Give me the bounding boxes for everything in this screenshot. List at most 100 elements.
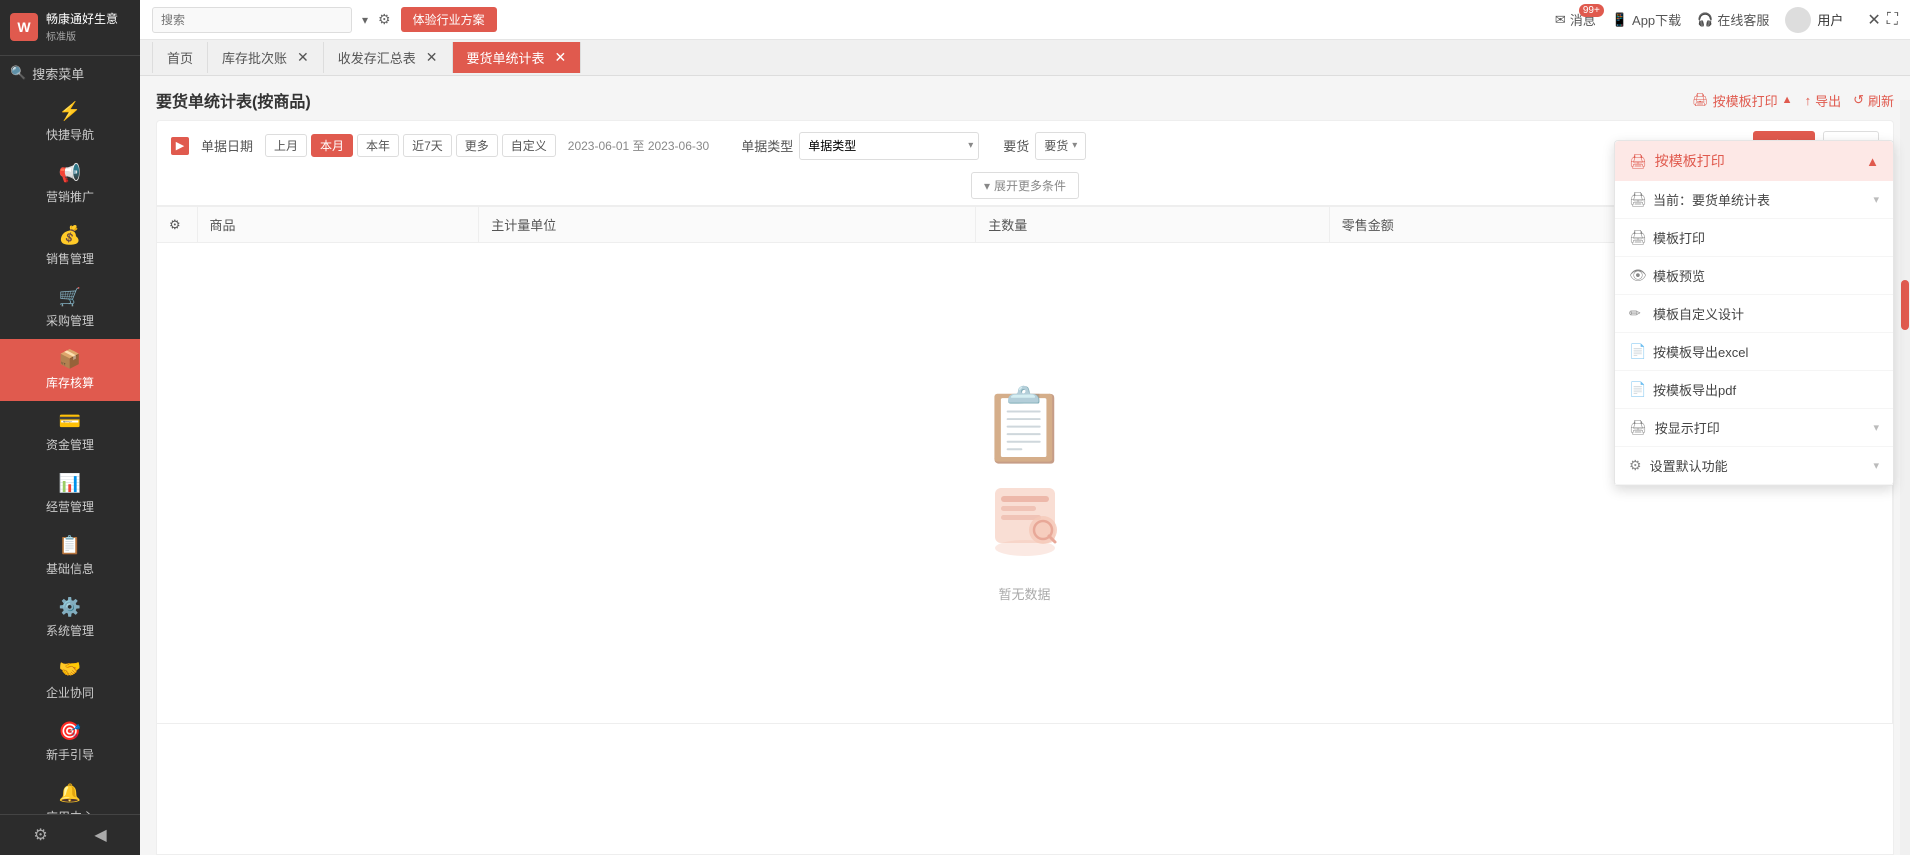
template-design-icon: ✏ — [1629, 305, 1641, 322]
sidebar-item-appstore[interactable]: 🔔 应用中心 — [0, 773, 140, 814]
sidebar-item-quick-nav[interactable]: ⚡ 快捷导航 — [0, 91, 140, 153]
sidebar-item-marketing[interactable]: 📢 营销推广 — [0, 153, 140, 215]
scrollbar-right[interactable] — [1900, 100, 1910, 855]
display-print-label: 按显示打印 — [1655, 418, 1720, 437]
user-name: 用户 — [1817, 10, 1843, 29]
date-btn-custom[interactable]: 自定义 — [502, 134, 556, 157]
tab-collect-summary[interactable]: 收发存汇总表 ✕ — [324, 42, 453, 73]
expand-icon: ▾ — [984, 179, 990, 193]
sidebar-item-cooperation[interactable]: 🤝 企业协同 — [0, 649, 140, 711]
sidebar-search[interactable]: 🔍 搜索菜单 — [0, 56, 140, 91]
order-status-input[interactable]: 要货 ▾ — [1035, 132, 1086, 160]
sidebar-item-label: 新手引导 — [46, 746, 94, 763]
sidebar-item-finance[interactable]: 💳 资金管理 — [0, 401, 140, 463]
topbar-right: ✉ 消息 99+ 📱 App下载 🎧 在线客服 用户 ✕ ⛶ — [1555, 7, 1898, 33]
guide-icon: 🎯 — [59, 721, 81, 742]
date-btn-last-month[interactable]: 上月 — [265, 134, 307, 157]
tab-order-summary[interactable]: 要货单统计表 ✕ — [453, 42, 582, 73]
phone-icon: 📱 — [1612, 12, 1628, 28]
topbar-search-dropdown[interactable]: ▾ — [362, 13, 368, 27]
sidebar-item-label: 销售管理 — [46, 250, 94, 267]
topbar: ▾ ⚙ 体验行业方案 ✉ 消息 99+ 📱 App下载 🎧 在线客服 用户 ✕ — [140, 0, 1910, 40]
col-settings-icon[interactable]: ⚙ — [169, 217, 181, 232]
refresh-btn[interactable]: ↺ 刷新 — [1853, 91, 1894, 110]
date-btn-more[interactable]: 更多 — [456, 134, 498, 157]
current-template-label: 当前：要货单统计表 — [1653, 190, 1770, 209]
expand-more-btn[interactable]: ▾ 展开更多条件 — [971, 172, 1079, 199]
search-icon: 🔍 — [10, 65, 26, 81]
print-dropdown-arrow[interactable]: ▲ — [1782, 94, 1793, 106]
sidebar-item-label: 采购管理 — [46, 312, 94, 329]
page-title: 要货单统计表(按商品) — [156, 88, 311, 112]
date-btns: 上月 本月 本年 近7天 更多 自定义 — [265, 134, 556, 157]
print-icon: 🖨 — [1692, 92, 1709, 108]
tab-order-summary-close[interactable]: ✕ — [555, 49, 567, 66]
sidebar-item-label: 企业协同 — [46, 684, 94, 701]
dropdown-template-design[interactable]: ✏ 模板自定义设计 — [1615, 295, 1893, 333]
topbar-search-input[interactable] — [152, 7, 352, 33]
dropdown-default-func[interactable]: ⚙ 设置默认功能 ▾ — [1615, 447, 1893, 485]
sidebar-item-guide[interactable]: 🎯 新手引导 — [0, 711, 140, 773]
sidebar-item-system[interactable]: ⚙️ 系统管理 — [0, 587, 140, 649]
date-btn-this-month[interactable]: 本月 — [311, 134, 353, 157]
topbar-gear-icon[interactable]: ⚙ — [378, 11, 391, 28]
headset-icon: 🎧 — [1697, 12, 1713, 28]
print-label: 按模板打印 — [1713, 91, 1778, 110]
default-func-arrow: ▾ — [1873, 459, 1879, 472]
user-btn[interactable]: 用户 — [1785, 7, 1843, 33]
export-excel-icon: 📄 — [1629, 343, 1646, 360]
th-unit: 主计量单位 — [479, 207, 976, 243]
doc-type-select[interactable]: 单据类型 — [799, 132, 979, 160]
collapse-footer-btn[interactable]: ◀ — [94, 825, 106, 845]
sidebar-item-basic[interactable]: 📋 基础信息 — [0, 525, 140, 587]
sidebar-item-inventory[interactable]: 📦 库存核算 — [0, 339, 140, 401]
dropdown-close-arrow[interactable]: ▲ — [1866, 154, 1879, 169]
print-template-btn[interactable]: 🖨 按模板打印 ▲ — [1692, 91, 1792, 110]
export-pdf-label: 按模板导出pdf — [1653, 380, 1736, 399]
sidebar-item-label: 快捷导航 — [46, 126, 94, 143]
messages-btn[interactable]: ✉ 消息 99+ — [1555, 10, 1596, 29]
inventory-icon: 📦 — [59, 349, 81, 370]
current-template-arrow: ▾ — [1873, 193, 1879, 206]
sidebar-item-sales[interactable]: 💰 销售管理 — [0, 215, 140, 277]
export-btn[interactable]: ↑ 导出 — [1805, 91, 1842, 110]
tab-home[interactable]: 首页 — [152, 42, 208, 73]
app-download-btn[interactable]: 📱 App下载 — [1612, 10, 1681, 29]
display-print-icon: 🖨 — [1629, 419, 1647, 436]
window-max-btn[interactable]: ⛶ — [1887, 11, 1898, 29]
tabs-bar: 首页 库存批次账 ✕ 收发存汇总表 ✕ 要货单统计表 ✕ — [140, 40, 1910, 76]
date-btn-7days[interactable]: 近7天 — [403, 134, 452, 157]
filter-expand-icon[interactable]: ▶ — [171, 137, 189, 155]
empty-text: 暂无数据 — [998, 584, 1050, 603]
dropdown-display-print[interactable]: 🖨 按显示打印 ▾ — [1615, 409, 1893, 447]
sidebar-item-operation[interactable]: 📊 经营管理 — [0, 463, 140, 525]
tab-inventory-batch[interactable]: 库存批次账 ✕ — [208, 42, 324, 73]
doc-type-select-wrap: 单据类型 ▾ — [799, 132, 979, 160]
message-icon: ✉ — [1555, 12, 1566, 28]
tab-collect-summary-close[interactable]: ✕ — [426, 49, 438, 66]
dropdown-template-preview[interactable]: 👁 模板预览 — [1615, 257, 1893, 295]
app-name: 畅康通好生意 — [46, 12, 118, 28]
tab-inventory-batch-close[interactable]: ✕ — [297, 49, 309, 66]
settings-footer-btn[interactable]: ⚙ — [33, 825, 47, 845]
dropdown-template-print[interactable]: 🖨 模板打印 — [1615, 219, 1893, 257]
app-download-label: App下载 — [1632, 10, 1681, 29]
sidebar-item-purchase[interactable]: 🛒 采购管理 — [0, 277, 140, 339]
export-pdf-icon: 📄 — [1629, 381, 1646, 398]
tab-order-summary-label: 要货单统计表 — [467, 48, 545, 67]
cooperation-icon: 🤝 — [59, 659, 81, 680]
window-close-btn[interactable]: ✕ — [1867, 10, 1880, 30]
date-btn-this-year[interactable]: 本年 — [357, 134, 399, 157]
dropdown-header: 🖨 按模板打印 ▲ — [1615, 141, 1893, 181]
dropdown-export-excel[interactable]: 📄 按模板导出excel — [1615, 333, 1893, 371]
order-status-text: 要货 — [1044, 137, 1068, 154]
dropdown-export-pdf[interactable]: 📄 按模板导出pdf — [1615, 371, 1893, 409]
messages-badge: 99+ — [1579, 4, 1604, 17]
default-func-icon: ⚙ — [1629, 457, 1642, 474]
trial-btn[interactable]: 体验行业方案 — [401, 7, 497, 32]
sidebar-item-label: 经营管理 — [46, 498, 94, 515]
marketing-icon: 📢 — [59, 163, 81, 184]
dropdown-current[interactable]: 🖨 当前：要货单统计表 ▾ — [1615, 181, 1893, 219]
online-service-btn[interactable]: 🎧 在线客服 — [1697, 10, 1769, 29]
operation-icon: 📊 — [59, 473, 81, 494]
